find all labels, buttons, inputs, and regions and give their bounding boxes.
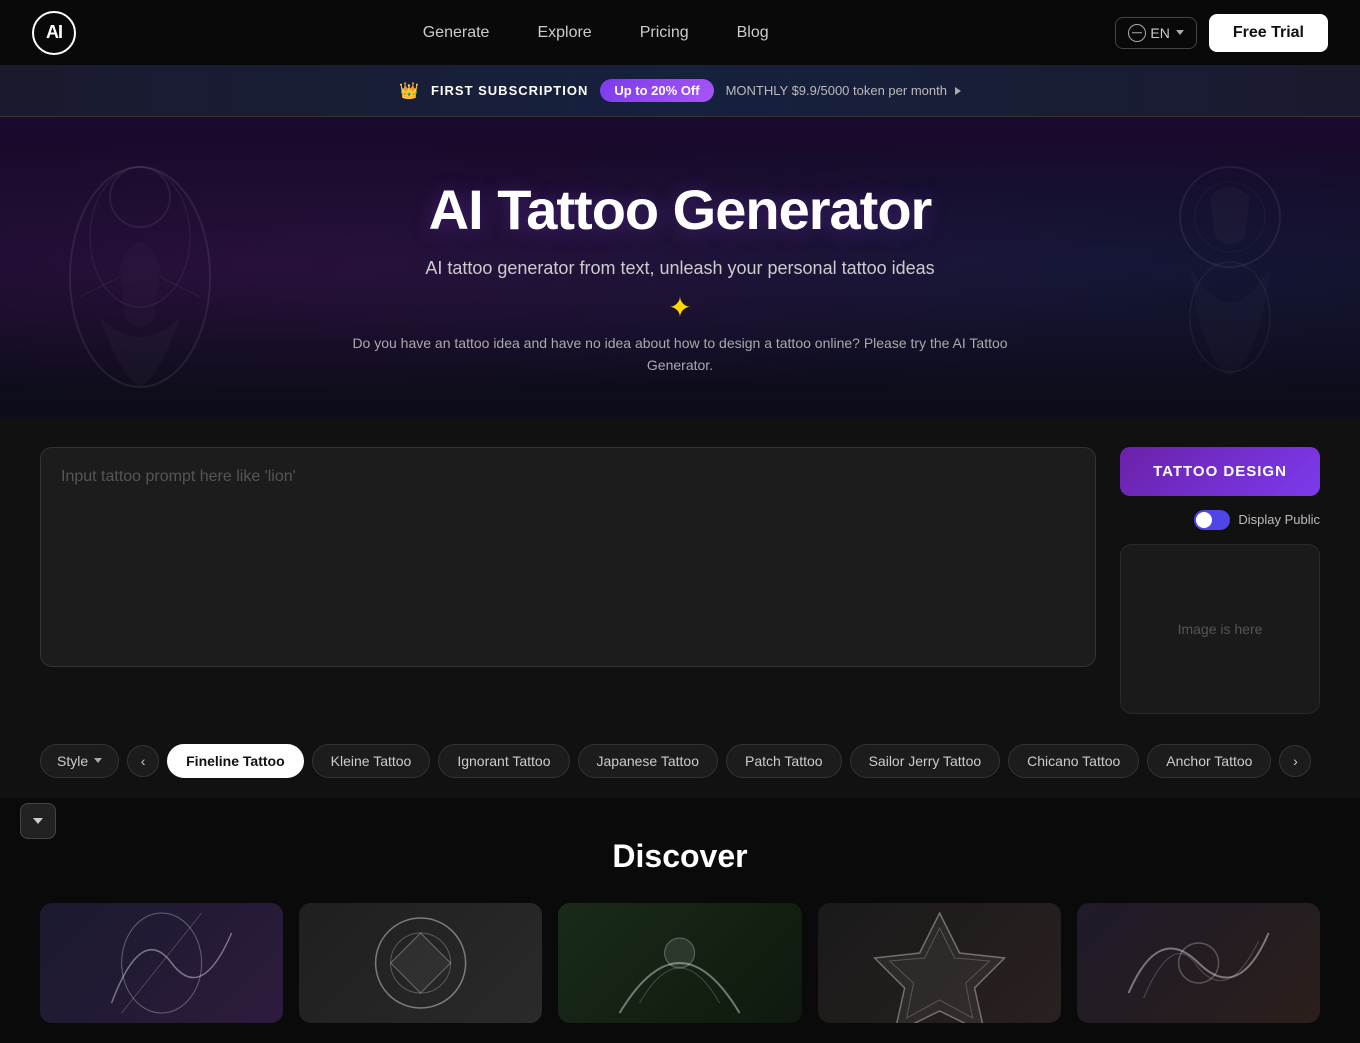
card-3-art: [558, 903, 801, 1023]
style-chip-ignorant[interactable]: Ignorant Tattoo: [438, 744, 569, 778]
nav-blog[interactable]: Blog: [717, 16, 789, 50]
promo-badge[interactable]: Up to 20% Off: [600, 79, 713, 102]
style-chip-kleine[interactable]: Kleine Tattoo: [312, 744, 431, 778]
discover-card-2[interactable]: [299, 903, 542, 1023]
discover-card-5[interactable]: [1077, 903, 1320, 1023]
promo-monthly[interactable]: MONTHLY $9.9/5000 token per month: [726, 83, 961, 98]
toggle-knob: [1196, 512, 1212, 528]
style-dropdown[interactable]: Style: [40, 744, 119, 778]
discover-card-3[interactable]: [558, 903, 801, 1023]
promo-label: FIRST SUBSCRIPTION: [431, 83, 588, 98]
lang-label: EN: [1150, 25, 1169, 41]
discover-title: Discover: [40, 838, 1320, 875]
hero-content: AI Tattoo Generator AI tattoo generator …: [20, 177, 1340, 377]
style-chip-chicano[interactable]: Chicano Tattoo: [1008, 744, 1139, 778]
hero-subtitle: AI tattoo generator from text, unleash y…: [20, 258, 1340, 279]
style-prev-button[interactable]: ‹: [127, 745, 159, 777]
navbar: AI Generate Explore Pricing Blog EN Free…: [0, 0, 1360, 65]
hero-title: AI Tattoo Generator: [20, 177, 1340, 242]
style-chip-sailor-jerry[interactable]: Sailor Jerry Tattoo: [850, 744, 1001, 778]
image-placeholder-text: Image is here: [1178, 621, 1263, 637]
style-chip-japanese[interactable]: Japanese Tattoo: [578, 744, 719, 778]
arrow-right-icon: [955, 87, 961, 95]
sidebar-panel: TATTOO DESIGN Display Public Image is he…: [1120, 447, 1320, 714]
card-1-art: [40, 903, 283, 1023]
style-next-button[interactable]: ›: [1279, 745, 1311, 777]
style-chips-row: Style ‹ Fineline Tattoo Kleine Tattoo Ig…: [0, 744, 1360, 798]
style-chip-fineline[interactable]: Fineline Tattoo: [167, 744, 304, 778]
nav-links: Generate Explore Pricing Blog: [403, 16, 789, 50]
display-public-label: Display Public: [1238, 512, 1320, 527]
globe-icon: [1128, 24, 1146, 42]
card-2-art: [299, 903, 542, 1023]
free-trial-button[interactable]: Free Trial: [1209, 14, 1328, 52]
chevron-down-icon: [33, 818, 43, 824]
nav-explore[interactable]: Explore: [517, 16, 611, 50]
crown-icon: 👑: [399, 81, 419, 101]
logo[interactable]: AI: [32, 11, 76, 55]
display-public-toggle[interactable]: [1194, 510, 1230, 530]
logo-mark: AI: [32, 11, 76, 55]
image-preview: Image is here: [1120, 544, 1320, 714]
hero-section: AI Tattoo Generator AI tattoo generator …: [0, 117, 1360, 417]
nav-right: EN Free Trial: [1115, 14, 1328, 52]
sparkle-icon: ✦: [20, 291, 1340, 324]
card-5-art: [1077, 903, 1320, 1023]
chevron-down-icon: [1176, 30, 1184, 35]
style-label: Style: [57, 753, 88, 769]
discover-grid: [40, 903, 1320, 1023]
style-chip-anchor[interactable]: Anchor Tattoo: [1147, 744, 1271, 778]
display-public-row: Display Public: [1120, 510, 1320, 530]
scroll-down-button[interactable]: [20, 803, 56, 839]
style-chip-patch[interactable]: Patch Tattoo: [726, 744, 842, 778]
prompt-area: [40, 447, 1096, 667]
nav-generate[interactable]: Generate: [403, 16, 510, 50]
promo-banner: 👑 FIRST SUBSCRIPTION Up to 20% Off MONTH…: [0, 65, 1360, 117]
hero-description: Do you have an tattoo idea and have no i…: [330, 332, 1030, 377]
card-4-art: [818, 903, 1061, 1023]
tattoo-design-button[interactable]: TATTOO DESIGN: [1120, 447, 1320, 496]
discover-card-1[interactable]: [40, 903, 283, 1023]
nav-pricing[interactable]: Pricing: [620, 16, 709, 50]
language-button[interactable]: EN: [1115, 17, 1196, 49]
discover-card-4[interactable]: [818, 903, 1061, 1023]
generator-section: TATTOO DESIGN Display Public Image is he…: [0, 417, 1360, 744]
style-chevron-icon: [94, 758, 102, 763]
discover-section: Discover: [0, 798, 1360, 1043]
prompt-textarea[interactable]: [40, 447, 1096, 667]
